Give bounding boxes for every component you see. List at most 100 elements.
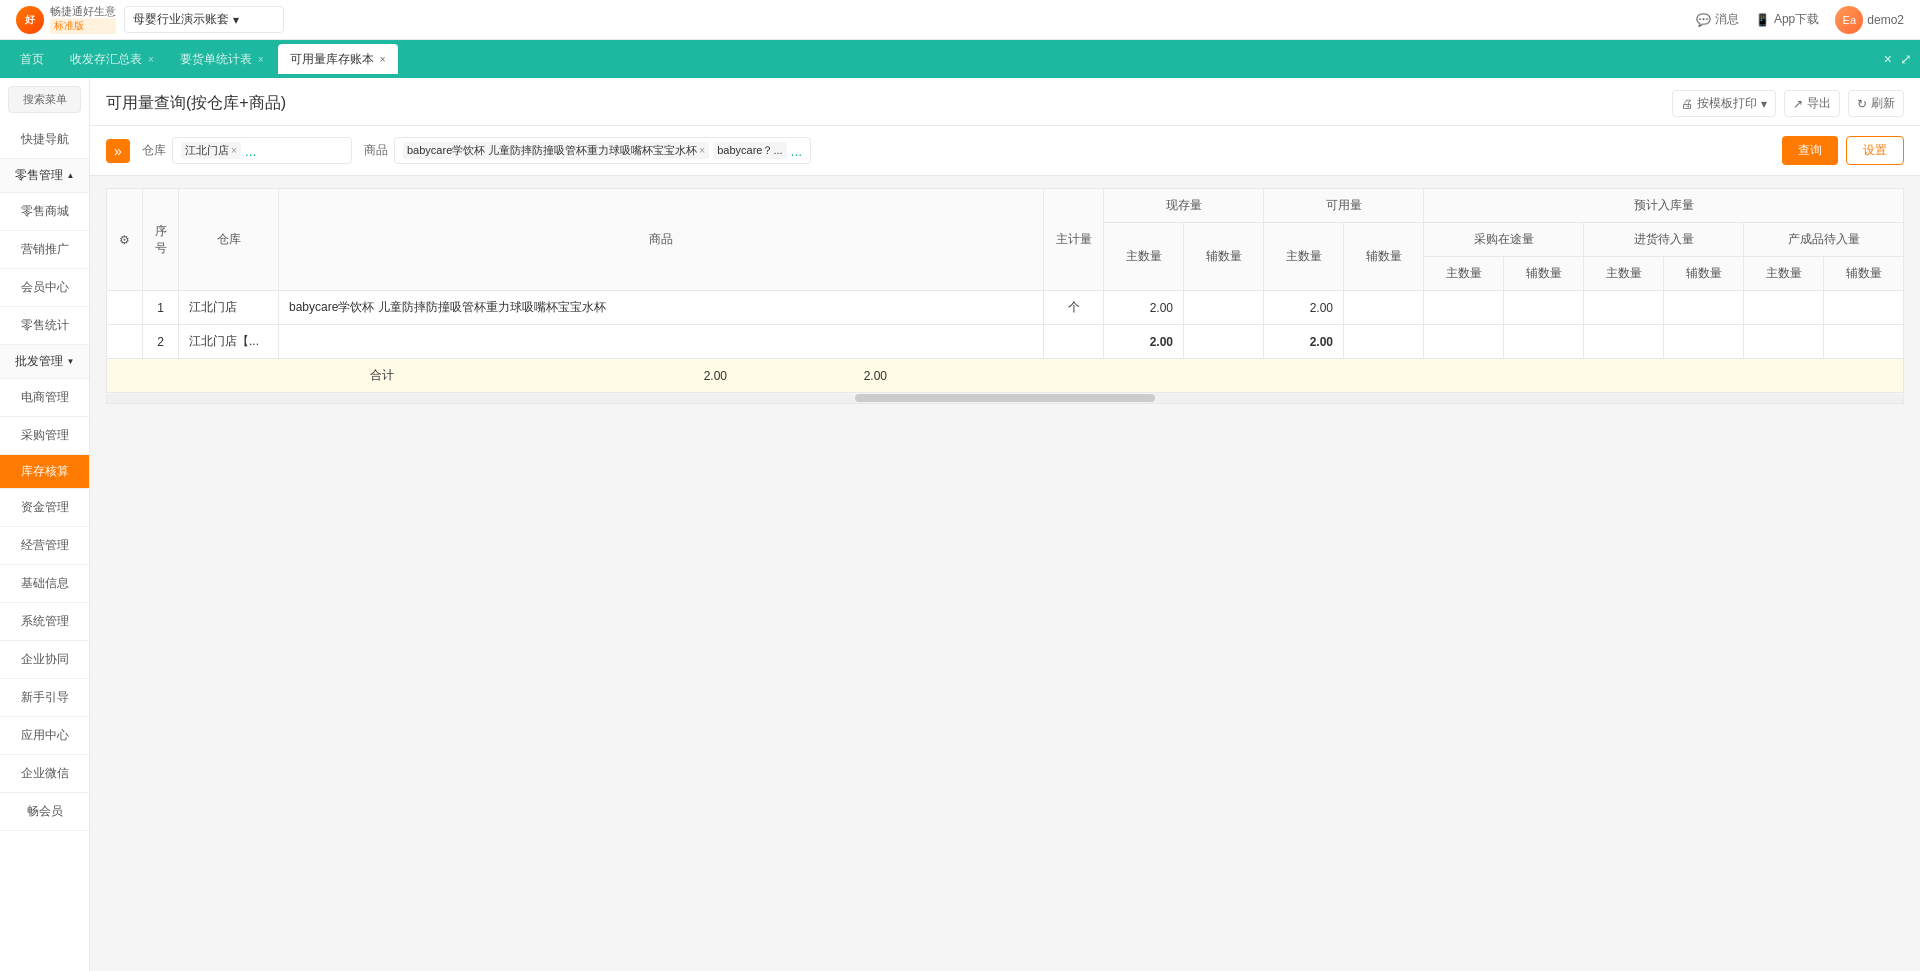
table-container[interactable]: ⚙ 序号 仓库 商品 主计量 现存量 可用量 预计入库量 主数量 辅数量 主数量 — [90, 176, 1920, 971]
sidebar-item-enterprise[interactable]: 企业协同 — [0, 641, 89, 679]
stock-main-header: 主数量 — [1104, 223, 1184, 291]
sidebar-member2-label: 畅会员 — [27, 804, 63, 818]
tab-order[interactable]: 要货单统计表 × — [168, 44, 276, 74]
close-all-tabs-button[interactable]: × — [1884, 51, 1892, 67]
tab-inventory[interactable]: 可用量库存账本 × — [278, 44, 398, 74]
sidebar-inventory-mgmt-label: 库存核算 — [21, 464, 69, 478]
page-header: 可用量查询(按仓库+商品) 🖨 按模板打印 ▾ ↗ 导出 ↻ 刷新 — [90, 78, 1920, 126]
sidebar-item-member[interactable]: 会员中心 — [0, 269, 89, 307]
row1-purchase-main — [1424, 291, 1504, 325]
row1-settings[interactable] — [107, 291, 143, 325]
product-label: 商品 — [364, 142, 388, 159]
sidebar-item-retail[interactable]: 零售管理 ▲ — [0, 159, 89, 193]
stock-group-header: 现存量 — [1104, 189, 1264, 223]
horizontal-scrollbar[interactable] — [106, 394, 1904, 404]
logo-area: 好 畅捷通好生意 标准版 — [16, 5, 116, 34]
sidebar-item-newguide[interactable]: 新手引导 — [0, 679, 89, 717]
tab-receive[interactable]: 收发存汇总表 × — [58, 44, 166, 74]
scrollbar-thumb[interactable] — [855, 394, 1155, 402]
nav-tab-actions: × ⤢ — [1884, 51, 1912, 67]
sidebar-item-retail-stats[interactable]: 零售统计 — [0, 307, 89, 345]
product-filter: 商品 babycare学饮杯 儿童防摔防撞吸管杯重力球吸嘴杯宝宝水杯 × bab… — [364, 137, 811, 164]
chevron-down-icon: ▼ — [67, 357, 75, 366]
row1-incoming-main — [1584, 291, 1664, 325]
sidebar-item-inventory-mgmt[interactable]: 库存核算 — [0, 455, 89, 489]
purchase-sub-header: 辅数量 — [1504, 257, 1584, 291]
sidebar-item-quicknav[interactable]: 快捷导航 — [0, 121, 89, 159]
settings-col-header[interactable]: ⚙ — [107, 189, 143, 291]
warehouse-more-button[interactable]: ... — [245, 143, 257, 159]
sidebar-item-member2[interactable]: 畅会员 — [0, 793, 89, 831]
page-actions: 🖨 按模板打印 ▾ ↗ 导出 ↻ 刷新 — [1672, 90, 1904, 117]
fullscreen-button[interactable]: ⤢ — [1900, 51, 1912, 67]
sidebar-item-wechat-work[interactable]: 企业微信 — [0, 755, 89, 793]
sidebar-item-system[interactable]: 系统管理 — [0, 603, 89, 641]
row1-warehouse: 江北门店 — [179, 291, 279, 325]
sidebar-item-base[interactable]: 基础信息 — [0, 565, 89, 603]
row1-available-sub — [1344, 291, 1424, 325]
row1-stock-sub — [1184, 291, 1264, 325]
export-icon: ↗ — [1793, 97, 1803, 111]
available-sub-header: 辅数量 — [1344, 223, 1424, 291]
row1-available-main: 2.00 — [1264, 291, 1344, 325]
sidebar-item-purchase[interactable]: 采购管理 — [0, 417, 89, 455]
app-download-label: App下载 — [1774, 11, 1819, 28]
sidebar-retail-mall-label: 零售商城 — [21, 204, 69, 218]
logo-icon: 好 — [16, 6, 44, 34]
tab-inventory-close[interactable]: × — [380, 54, 386, 65]
sidebar-item-marketing[interactable]: 营销推广 — [0, 231, 89, 269]
logo-text-area: 畅捷通好生意 标准版 — [50, 5, 116, 34]
brand-tag: 标准版 — [50, 18, 116, 34]
row1-purchase-sub — [1504, 291, 1584, 325]
settings-button[interactable]: 设置 — [1846, 136, 1904, 165]
sidebar-item-finance[interactable]: 资金管理 — [0, 489, 89, 527]
sidebar-member-label: 会员中心 — [21, 280, 69, 294]
product-input[interactable]: babycare学饮杯 儿童防摔防撞吸管杯重力球吸嘴杯宝宝水杯 × babyca… — [394, 137, 811, 164]
user-menu[interactable]: Ea demo2 — [1835, 6, 1904, 34]
row2-warehouse: 江北门店【... — [179, 325, 279, 359]
tab-home[interactable]: 首页 — [8, 44, 56, 74]
inventory-table: ⚙ 序号 仓库 商品 主计量 现存量 可用量 预计入库量 主数量 辅数量 主数量 — [106, 188, 1904, 359]
sidebar-item-apps[interactable]: 应用中心 — [0, 717, 89, 755]
search-menu-button[interactable]: 搜索菜单 — [8, 86, 81, 113]
industry-value: 母婴行业演示账套 — [133, 11, 229, 28]
query-button[interactable]: 查询 — [1782, 136, 1838, 165]
sidebar-item-operations[interactable]: 经营管理 — [0, 527, 89, 565]
tab-receive-label: 收发存汇总表 — [70, 51, 142, 68]
filter-expand-button[interactable]: » — [106, 139, 130, 163]
app-download-button[interactable]: 📱 App下载 — [1755, 11, 1819, 28]
main-layout: 搜索菜单 快捷导航 零售管理 ▲ 零售商城 营销推广 会员中心 零售统计 批发管… — [0, 78, 1920, 971]
message-button[interactable]: 💬 消息 — [1696, 11, 1739, 28]
avatar-text: Ea — [1843, 14, 1856, 26]
product-tag-1-value: babycare学饮杯 儿童防摔防撞吸管杯重力球吸嘴杯宝宝水杯 — [407, 143, 697, 158]
product-col-header: 商品 — [279, 189, 1044, 291]
sidebar-item-ecommerce[interactable]: 电商管理 — [0, 379, 89, 417]
row2-stock-sub — [1184, 325, 1264, 359]
product-tag-1-remove[interactable]: × — [699, 145, 705, 156]
print-button[interactable]: 🖨 按模板打印 ▾ — [1672, 90, 1776, 117]
product-more-button[interactable]: ... — [791, 143, 803, 159]
tab-order-close[interactable]: × — [258, 54, 264, 65]
row2-stock-main: 2.00 — [1104, 325, 1184, 359]
row1-production-sub — [1824, 291, 1904, 325]
row2-seq: 2 — [143, 325, 179, 359]
row2-incoming-main — [1584, 325, 1664, 359]
export-button[interactable]: ↗ 导出 — [1784, 90, 1840, 117]
product-tag-2-value: babycare？... — [717, 143, 782, 158]
sidebar-item-retail-mall[interactable]: 零售商城 — [0, 193, 89, 231]
refresh-button[interactable]: ↻ 刷新 — [1848, 90, 1904, 117]
row2-production-sub — [1824, 325, 1904, 359]
sidebar-finance-label: 资金管理 — [21, 500, 69, 514]
warehouse-input[interactable]: 江北门店 × ... — [172, 137, 352, 164]
sidebar-search-area: 搜索菜单 — [0, 78, 89, 121]
sidebar-item-wholesale[interactable]: 批发管理 ▼ — [0, 345, 89, 379]
row1-product: babycare学饮杯 儿童防摔防撞吸管杯重力球吸嘴杯宝宝水杯 — [279, 291, 1044, 325]
table-row: 1 江北门店 babycare学饮杯 儿童防摔防撞吸管杯重力球吸嘴杯宝宝水杯 个… — [107, 291, 1904, 325]
row2-settings[interactable] — [107, 325, 143, 359]
industry-selector[interactable]: 母婴行业演示账套 ▾ — [124, 6, 284, 33]
row2-unit — [1044, 325, 1104, 359]
tab-receive-close[interactable]: × — [148, 54, 154, 65]
sidebar-ecommerce-label: 电商管理 — [21, 390, 69, 404]
warehouse-tag-remove[interactable]: × — [231, 145, 237, 156]
row2-product — [279, 325, 1044, 359]
